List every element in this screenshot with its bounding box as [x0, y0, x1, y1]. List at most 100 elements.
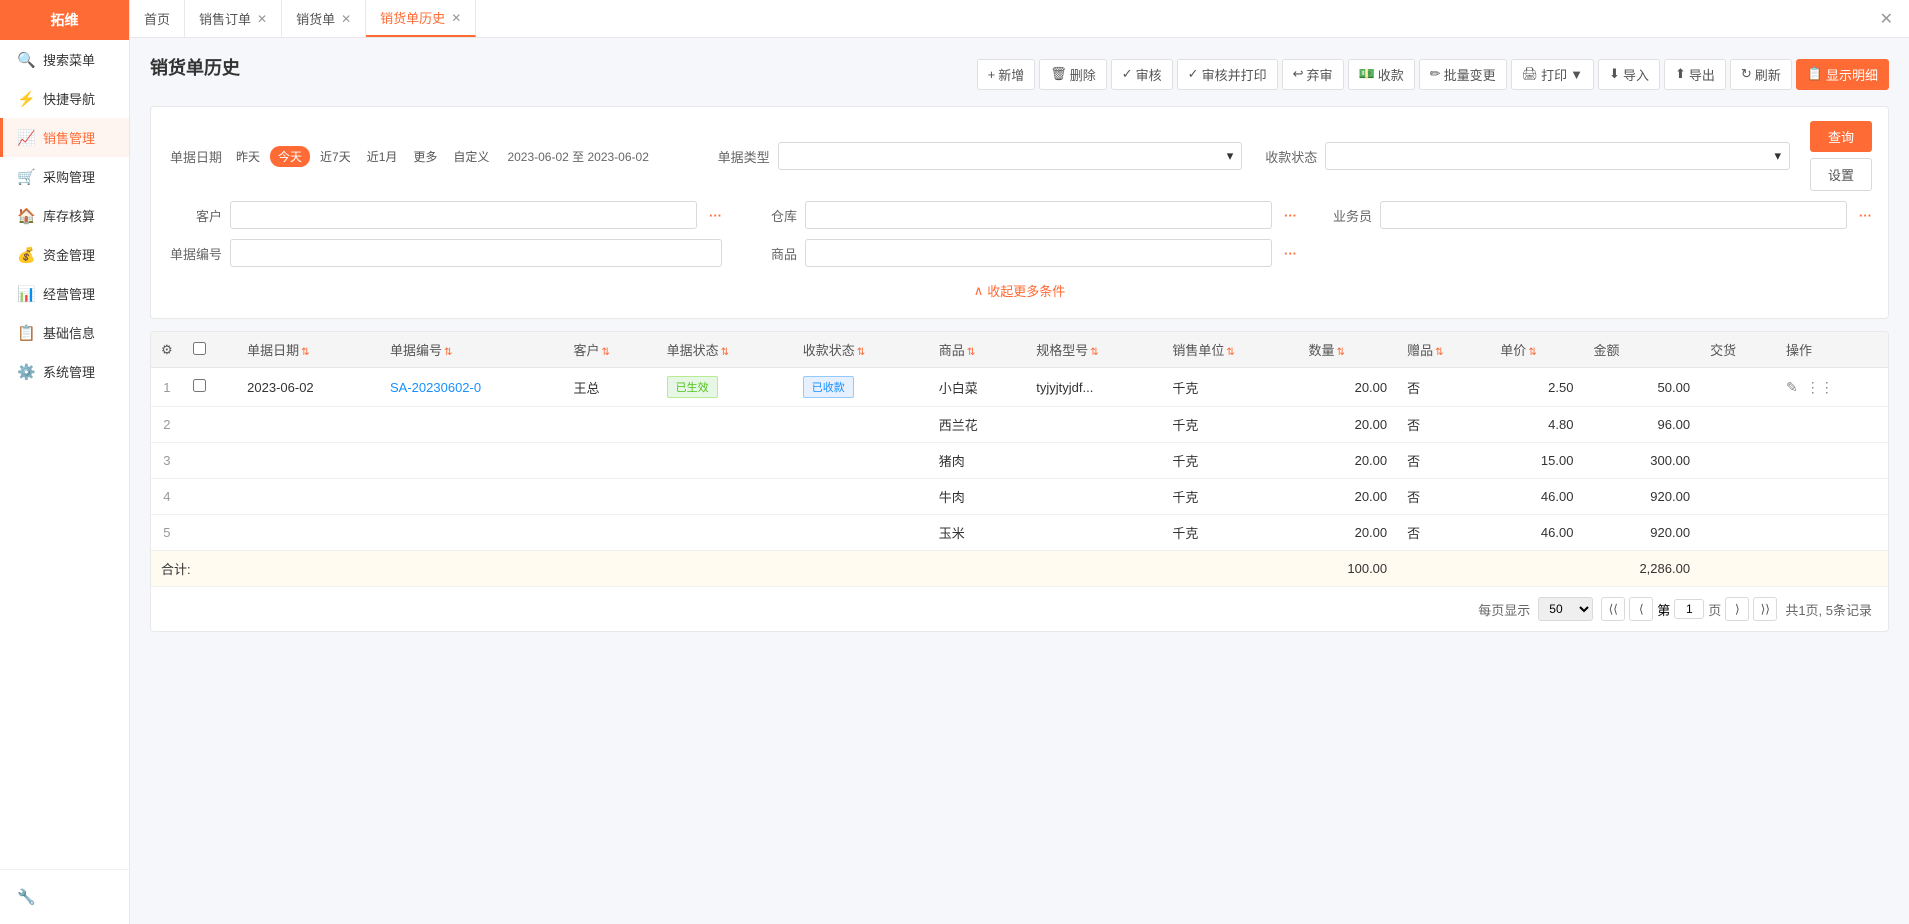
warehouse-ellipsis[interactable]: ···: [1284, 208, 1297, 223]
prev-page-btn[interactable]: ⟨: [1629, 597, 1653, 621]
show-detail-icon: 📋: [1807, 66, 1823, 82]
th-doc-no: 单据编号⇅: [380, 332, 563, 368]
sort-date-icon[interactable]: ⇅: [301, 347, 309, 358]
last-page-btn[interactable]: ⟩⟩: [1753, 597, 1777, 621]
sidebar-item-settings-bottom[interactable]: 🔧: [0, 878, 129, 916]
sort-paymentstatus-icon[interactable]: ⇅: [857, 347, 865, 358]
audit-print-icon: ✓: [1188, 66, 1199, 82]
tab-sales-delivery-close[interactable]: ✕: [341, 12, 351, 26]
shortcut-more[interactable]: 更多: [407, 146, 443, 167]
sidebar-item-search[interactable]: 🔍 搜索菜单: [0, 40, 129, 79]
table-row: 4 牛肉 千克 20.00 否 46.00 920.00: [151, 479, 1888, 515]
tab-sales-order[interactable]: 销售订单 ✕: [185, 0, 282, 37]
sort-qty-icon[interactable]: ⇅: [1336, 347, 1344, 358]
row-doc-status: [657, 479, 793, 515]
more-icon[interactable]: ⋮⋮: [1806, 379, 1834, 396]
page-number-input[interactable]: [1674, 599, 1704, 619]
query-button[interactable]: 查询: [1810, 121, 1872, 152]
row-gift: 否: [1397, 515, 1490, 551]
row-gift: 否: [1397, 479, 1490, 515]
audit-print-button[interactable]: ✓ 审核并打印: [1177, 59, 1278, 90]
sidebar-item-operations[interactable]: 📊 经营管理: [0, 274, 129, 313]
salesperson-ellipsis[interactable]: ···: [1859, 208, 1872, 223]
chevron-down-icon: ▾: [1227, 148, 1234, 164]
row-checkbox-cell: [183, 479, 238, 515]
next-page-btn[interactable]: ⟩: [1725, 597, 1749, 621]
setting-button[interactable]: 设置: [1810, 158, 1872, 191]
delete-button[interactable]: 🗑 删除: [1039, 59, 1107, 90]
table-row: 5 玉米 千克 20.00 否 46.00 920.00: [151, 515, 1888, 551]
abandon-button[interactable]: ↩ 弃审: [1282, 59, 1344, 90]
doc-type-select[interactable]: ▾: [778, 142, 1243, 170]
sidebar-item-inventory[interactable]: 🏠 库存核算: [0, 196, 129, 235]
row-doc-status: [657, 407, 793, 443]
collect-button[interactable]: 💵 收款: [1348, 59, 1415, 90]
sort-customer-icon[interactable]: ⇅: [601, 347, 609, 358]
select-all-checkbox[interactable]: [193, 342, 206, 355]
sort-goods-icon[interactable]: ⇅: [967, 347, 975, 358]
table-header-row: ⚙ 单据日期⇅ 单据编号⇅ 客户⇅ 单据状态⇅ 收款状态⇅ 商品⇅ 规格型号⇅ …: [151, 332, 1888, 368]
row-goods: 玉米: [929, 515, 1026, 551]
collapse-arrow-icon: ∧: [974, 283, 984, 299]
audit-button[interactable]: ✓ 审核: [1111, 59, 1173, 90]
salesperson-input[interactable]: [1380, 201, 1847, 229]
sort-gift-icon[interactable]: ⇅: [1435, 347, 1443, 358]
row-num: 5: [151, 515, 183, 551]
tab-sales-delivery[interactable]: 销货单 ✕: [282, 0, 366, 37]
refresh-button[interactable]: ↻ 刷新: [1730, 59, 1792, 90]
batch-change-button[interactable]: ✏ 批量变更: [1419, 59, 1507, 90]
sidebar-item-quicknav[interactable]: ⚡ 快捷导航: [0, 79, 129, 118]
sort-price-icon[interactable]: ⇅: [1528, 347, 1536, 358]
tab-sales-history[interactable]: 销货单历史 ✕: [366, 0, 476, 37]
tab-home[interactable]: 首页: [130, 0, 185, 37]
print-button[interactable]: 🖨 打印 ▼: [1511, 59, 1594, 90]
th-price: 单价⇅: [1490, 332, 1583, 368]
search-icon: 🔍: [17, 51, 35, 69]
page-nav: ⟨⟨ ⟨ 第 页 ⟩ ⟩⟩: [1601, 597, 1777, 621]
shortcut-7days[interactable]: 近7天: [314, 146, 357, 167]
shortcut-custom[interactable]: 自定义: [447, 146, 495, 167]
collapse-btn[interactable]: ∧ 收起更多条件: [167, 277, 1872, 304]
row-gift: 否: [1397, 443, 1490, 479]
page-label: 页: [1708, 600, 1721, 619]
sidebar-item-basic[interactable]: 📋 基础信息: [0, 313, 129, 352]
sidebar-item-sales[interactable]: 📈 销售管理: [0, 118, 129, 157]
shortcut-yesterday[interactable]: 昨天: [230, 146, 266, 167]
tab-bar-close[interactable]: ✕: [1872, 9, 1901, 29]
sidebar-item-purchase[interactable]: 🛒 采购管理: [0, 157, 129, 196]
edit-icon[interactable]: ✎: [1786, 379, 1798, 396]
sidebar-bottom: 🔧: [0, 869, 129, 924]
print-icon: 🖨: [1522, 66, 1539, 82]
goods-input[interactable]: [805, 239, 1272, 267]
doc-no-link[interactable]: SA-20230602-0: [390, 380, 481, 395]
sort-docstatus-icon[interactable]: ⇅: [721, 347, 729, 358]
tab-sales-history-close[interactable]: ✕: [451, 11, 461, 25]
tab-sales-order-close[interactable]: ✕: [257, 12, 267, 26]
import-button[interactable]: ⬇ 导入: [1598, 59, 1660, 90]
sort-spec-icon[interactable]: ⇅: [1090, 347, 1098, 358]
summary-label: 合计:: [151, 551, 237, 587]
sidebar-item-finance[interactable]: 💰 资金管理: [0, 235, 129, 274]
payment-status-select[interactable]: ▾: [1325, 142, 1790, 170]
th-goods: 商品⇅: [929, 332, 1026, 368]
doc-no-input[interactable]: [230, 239, 722, 267]
goods-ellipsis[interactable]: ···: [1284, 246, 1297, 261]
add-button[interactable]: + 新增: [977, 59, 1036, 90]
sidebar-item-system[interactable]: ⚙️ 系统管理: [0, 352, 129, 391]
sort-docno-icon[interactable]: ⇅: [444, 347, 452, 358]
page-label-pre: 第: [1657, 600, 1670, 619]
sidebar-item-label: 采购管理: [43, 167, 95, 186]
first-page-btn[interactable]: ⟨⟨: [1601, 597, 1625, 621]
customer-input[interactable]: [230, 201, 697, 229]
shortcut-1month[interactable]: 近1月: [361, 146, 404, 167]
table-settings-th[interactable]: ⚙: [151, 332, 183, 368]
filter-group-date: 单据日期 昨天 今天 近7天 近1月 更多 自定义 2023-06-02 至 2…: [167, 146, 695, 167]
export-button[interactable]: ⬆ 导出: [1664, 59, 1726, 90]
customer-ellipsis[interactable]: ···: [709, 208, 722, 223]
shortcut-today[interactable]: 今天: [270, 146, 310, 167]
warehouse-input[interactable]: [805, 201, 1272, 229]
sort-unit-icon[interactable]: ⇅: [1226, 347, 1234, 358]
row-checkbox[interactable]: [193, 379, 206, 392]
page-size-select[interactable]: 50 100 200: [1538, 597, 1593, 621]
show-detail-button[interactable]: 📋 显示明细: [1796, 59, 1889, 90]
